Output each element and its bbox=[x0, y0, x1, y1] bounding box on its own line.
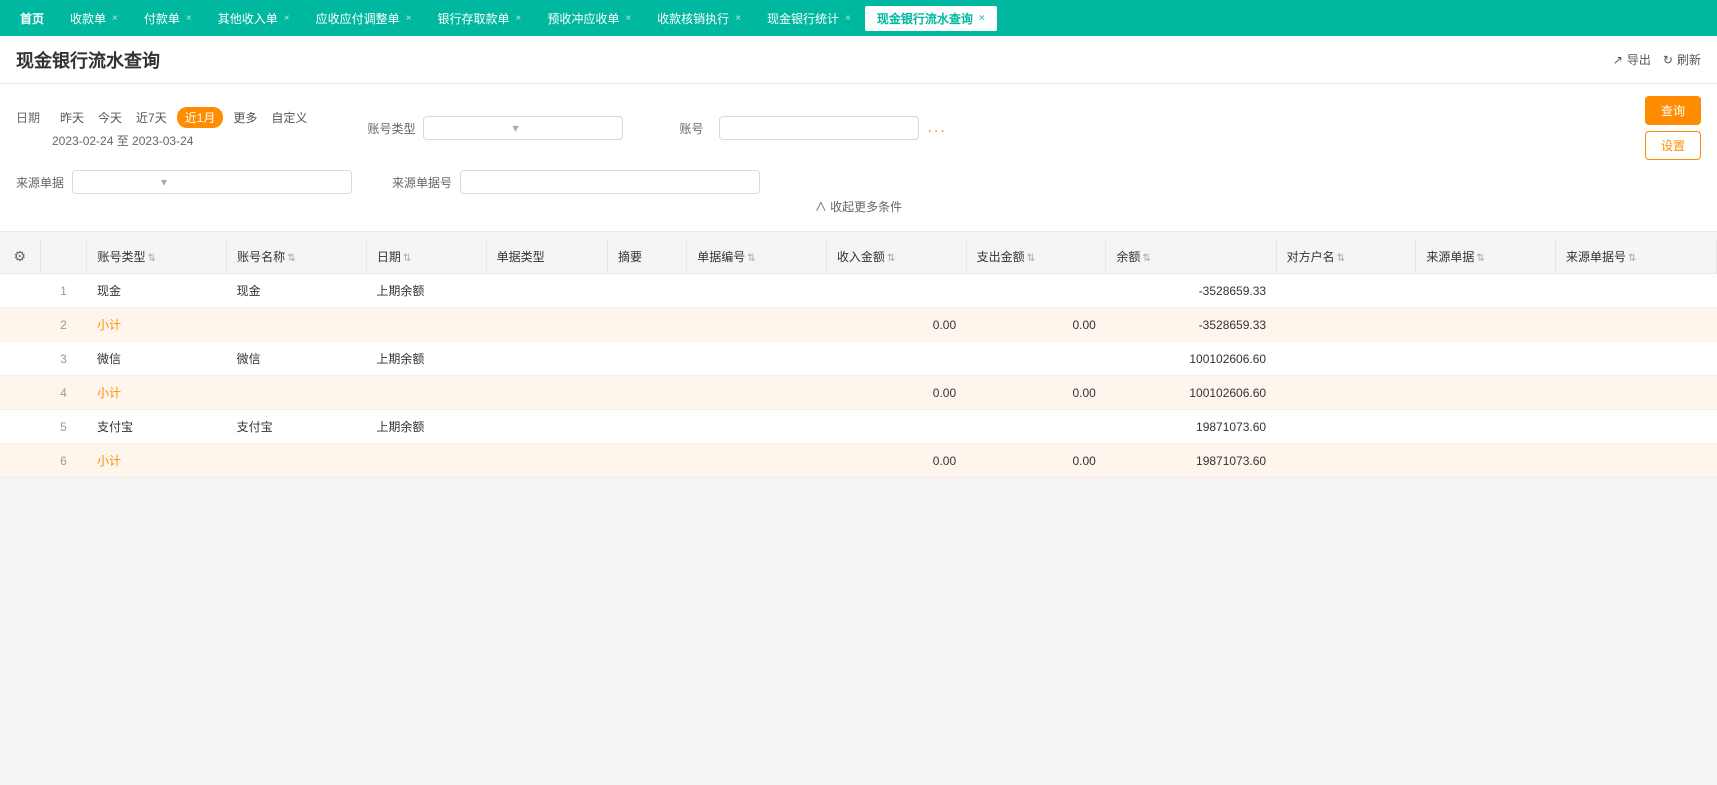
month1-btn[interactable]: 近1月 bbox=[177, 107, 224, 128]
source-doc-group: 来源单据 ▾ bbox=[16, 170, 352, 194]
source-doc-no-group: 来源单据号 bbox=[392, 170, 760, 194]
filter-actions: 查询 设置 bbox=[1645, 96, 1701, 160]
filter-row-1: 日期 昨天 今天 近7天 近1月 更多 自定义 2023-02-24 至 202… bbox=[16, 96, 1701, 160]
table-header: ⚙ 账号类型⇅ 账号名称⇅ 日期⇅ 单据类型 摘要 单据编号⇅ 收入金额⇅ 支出… bbox=[0, 240, 1717, 274]
nav-item-home[interactable]: 首页 bbox=[8, 6, 56, 31]
close-icon-other-income[interactable]: × bbox=[284, 13, 290, 24]
table-row: 3微信微信上期余额100102606.60 bbox=[0, 342, 1717, 376]
col-doc-no[interactable]: 单据编号⇅ bbox=[687, 240, 827, 274]
col-date[interactable]: 日期⇅ bbox=[366, 240, 486, 274]
nav-item-prepay-offset[interactable]: 预收冲应收单× bbox=[535, 6, 643, 31]
yesterday-btn[interactable]: 昨天 bbox=[56, 107, 88, 128]
table-row: 6小计0.000.0019871073.60 bbox=[0, 444, 1717, 478]
account-dots-btn[interactable]: ... bbox=[927, 119, 946, 137]
sort-date: ⇅ bbox=[403, 253, 411, 264]
today-btn[interactable]: 今天 bbox=[94, 107, 126, 128]
settings-button[interactable]: 设置 bbox=[1645, 131, 1701, 160]
chevron-down-icon-2: ▾ bbox=[161, 175, 167, 189]
col-counterpart[interactable]: 对方户名⇅ bbox=[1276, 240, 1416, 274]
export-icon: ↗ bbox=[1613, 53, 1623, 67]
nav-item-cash-stat[interactable]: 现金银行统计× bbox=[755, 6, 863, 31]
sort-counterpart: ⇅ bbox=[1337, 253, 1345, 264]
custom-btn[interactable]: 自定义 bbox=[267, 107, 311, 128]
close-icon-bank-deposit[interactable]: × bbox=[515, 13, 521, 24]
page-title: 现金银行流水查询 bbox=[16, 47, 160, 73]
sort-income: ⇅ bbox=[887, 253, 895, 264]
table-row: 5支付宝支付宝上期余额19871073.60 bbox=[0, 410, 1717, 444]
date-label: 日期 bbox=[16, 109, 48, 126]
sort-expense: ⇅ bbox=[1027, 253, 1035, 264]
sort-source-doc: ⇅ bbox=[1476, 253, 1484, 264]
col-source-doc[interactable]: 来源单据⇅ bbox=[1416, 240, 1556, 274]
more-btn[interactable]: 更多 bbox=[229, 107, 261, 128]
close-icon-receipt-verify[interactable]: × bbox=[735, 13, 741, 24]
sort-doc-no: ⇅ bbox=[747, 253, 755, 264]
source-doc-label: 来源单据 bbox=[16, 174, 64, 191]
close-icon-cash-flow[interactable]: × bbox=[979, 13, 985, 24]
table-row: 1现金现金上期余额-3528659.33 bbox=[0, 274, 1717, 308]
account-type-select[interactable]: ▾ bbox=[423, 116, 623, 140]
week-btn[interactable]: 近7天 bbox=[132, 107, 171, 128]
account-input[interactable] bbox=[719, 116, 919, 140]
chevron-down-icon: ▾ bbox=[512, 121, 518, 135]
date-range: 2023-02-24 至 2023-03-24 bbox=[52, 132, 311, 149]
source-doc-select[interactable]: ▾ bbox=[72, 170, 352, 194]
close-icon-payment[interactable]: × bbox=[186, 13, 192, 24]
refresh-button[interactable]: ↻ 刷新 bbox=[1663, 51, 1701, 68]
account-type-label: 账号类型 bbox=[367, 120, 415, 137]
close-icon-receipt[interactable]: × bbox=[112, 13, 118, 24]
settings-gear-icon[interactable]: ⚙ bbox=[13, 248, 26, 264]
collapse-bar[interactable]: ∧ 收起更多条件 bbox=[16, 194, 1701, 219]
col-account-name[interactable]: 账号名称⇅ bbox=[227, 240, 367, 274]
close-icon-cash-stat[interactable]: × bbox=[845, 13, 851, 24]
col-source-doc-no[interactable]: 来源单据号⇅ bbox=[1556, 240, 1717, 274]
sort-account-name: ⇅ bbox=[287, 253, 295, 264]
col-income[interactable]: 收入金额⇅ bbox=[826, 240, 966, 274]
nav-item-ar-ap-adjust[interactable]: 应收应付调整单× bbox=[304, 6, 424, 31]
export-button[interactable]: ↗ 导出 bbox=[1613, 51, 1651, 68]
close-icon-ar-ap-adjust[interactable]: × bbox=[406, 13, 412, 24]
page-header: 现金银行流水查询 ↗ 导出 ↻ 刷新 bbox=[0, 36, 1717, 84]
source-doc-no-label: 来源单据号 bbox=[392, 174, 452, 191]
table-container: ⚙ 账号类型⇅ 账号名称⇅ 日期⇅ 单据类型 摘要 单据编号⇅ 收入金额⇅ 支出… bbox=[0, 240, 1717, 478]
query-button[interactable]: 查询 bbox=[1645, 96, 1701, 125]
nav-item-other-income[interactable]: 其他收入单× bbox=[206, 6, 302, 31]
close-icon-prepay-offset[interactable]: × bbox=[625, 13, 631, 24]
sort-balance: ⇅ bbox=[1142, 253, 1150, 264]
top-nav: 首页收款单×付款单×其他收入单×应收应付调整单×银行存取款单×预收冲应收单×收款… bbox=[0, 0, 1717, 36]
header-actions: ↗ 导出 ↻ 刷新 bbox=[1613, 51, 1701, 68]
table-row: 4小计0.000.00100102606.60 bbox=[0, 376, 1717, 410]
col-account-type[interactable]: 账号类型⇅ bbox=[87, 240, 227, 274]
date-shortcuts: 昨天 今天 近7天 近1月 更多 自定义 bbox=[56, 107, 311, 128]
col-rownum bbox=[40, 240, 87, 274]
nav-item-receipt[interactable]: 收款单× bbox=[58, 6, 130, 31]
nav-item-receipt-verify[interactable]: 收款核销执行× bbox=[645, 6, 753, 31]
col-summary: 摘要 bbox=[608, 240, 687, 274]
data-table: ⚙ 账号类型⇅ 账号名称⇅ 日期⇅ 单据类型 摘要 单据编号⇅ 收入金额⇅ 支出… bbox=[0, 240, 1717, 478]
nav-item-cash-flow[interactable]: 现金银行流水查询× bbox=[865, 6, 997, 31]
sort-account-type: ⇅ bbox=[147, 253, 155, 264]
sort-source-doc-no: ⇅ bbox=[1628, 253, 1636, 264]
nav-item-bank-deposit[interactable]: 银行存取款单× bbox=[425, 6, 533, 31]
table-row: 2小计0.000.00-3528659.33 bbox=[0, 308, 1717, 342]
source-doc-no-input[interactable] bbox=[460, 170, 760, 194]
account-label: 账号 bbox=[679, 120, 711, 137]
col-expense[interactable]: 支出金额⇅ bbox=[966, 240, 1106, 274]
nav-item-payment[interactable]: 付款单× bbox=[132, 6, 204, 31]
col-doc-type: 单据类型 bbox=[486, 240, 607, 274]
col-balance[interactable]: 余额⇅ bbox=[1106, 240, 1276, 274]
filter-area: 日期 昨天 今天 近7天 近1月 更多 自定义 2023-02-24 至 202… bbox=[0, 84, 1717, 232]
collapse-icon: ∧ bbox=[815, 200, 827, 214]
table-body: 1现金现金上期余额-3528659.332小计0.000.00-3528659.… bbox=[0, 274, 1717, 478]
col-settings[interactable]: ⚙ bbox=[0, 240, 40, 274]
refresh-icon: ↻ bbox=[1663, 53, 1673, 67]
filter-row-2: 来源单据 ▾ 来源单据号 bbox=[16, 170, 1701, 194]
